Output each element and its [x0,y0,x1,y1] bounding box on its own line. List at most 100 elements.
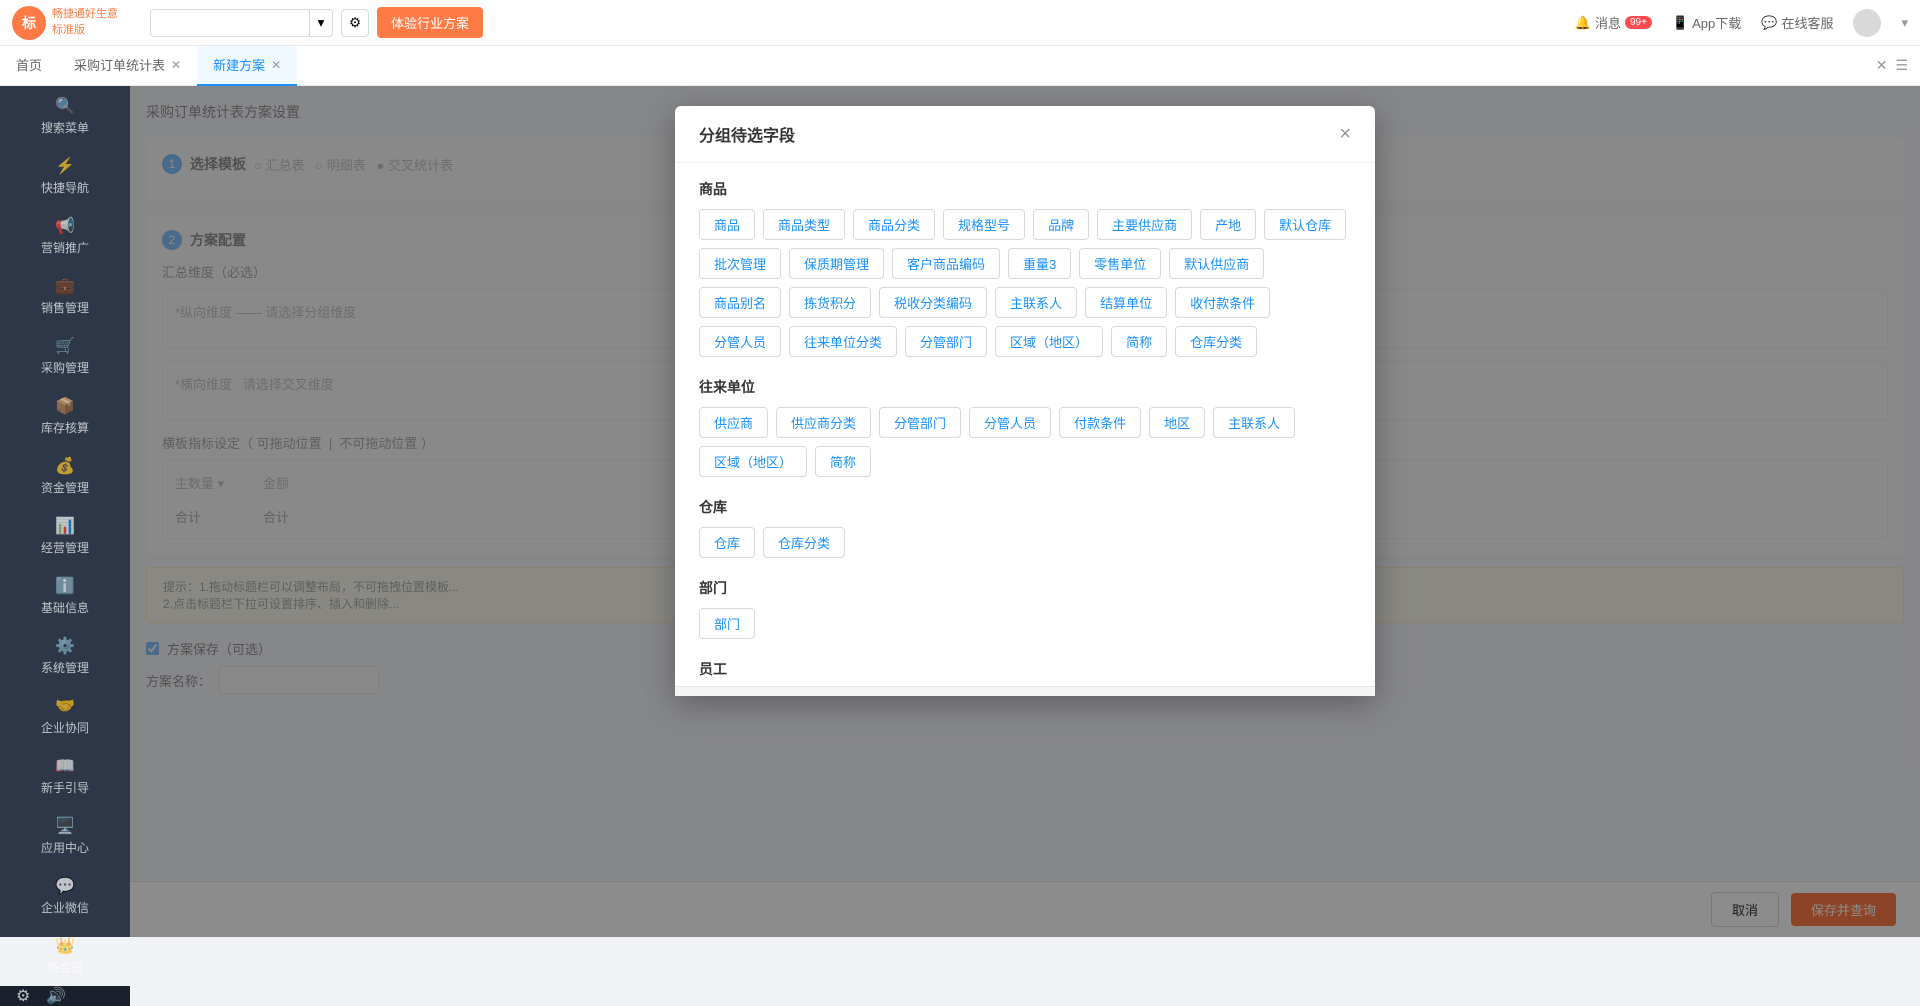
logo: 标 畅捷通好生意标准版 [12,6,142,40]
tab-home[interactable]: 首页 [0,46,58,86]
field-tag-0-20[interactable]: 分管人员 [699,326,781,357]
sidebar-item-6[interactable]: 💰 资金管理 [0,446,130,506]
sidebar-icon-8: ℹ️ [55,576,75,596]
field-tag-0-0[interactable]: 商品 [699,209,755,240]
field-tags-2: 仓库仓库分类 [699,527,1351,558]
sidebar-item-9[interactable]: ⚙️系统管理 [0,626,130,686]
sidebar-label-3: 销售管理 [41,299,89,316]
sidebar-icon-5: 📦 [55,396,75,416]
sidebar-item-1[interactable]: ⚡ 快捷导航 [0,146,130,206]
sidebar-item-10[interactable]: 🤝企业协同 [0,686,130,746]
field-tag-0-24[interactable]: 简称 [1111,326,1167,357]
field-section-3: 部门部门 [699,578,1351,639]
field-tag-0-9[interactable]: 保质期管理 [789,248,884,279]
top-search-input[interactable] [150,9,310,37]
field-tags-0: 商品商品类型商品分类规格型号品牌主要供应商产地默认仓库批次管理保质期管理客户商品… [699,209,1351,357]
field-tag-0-17[interactable]: 主联系人 [995,287,1077,318]
notification-btn[interactable]: 🔔 消息 99+ [1575,13,1652,32]
field-tag-0-23[interactable]: 区域（地区） [995,326,1103,357]
tab-purchase-order[interactable]: 采购订单统计表 ✕ [58,46,197,86]
field-tag-0-10[interactable]: 客户商品编码 [892,248,1000,279]
sidebar-label-9: 系统管理 [41,659,89,676]
field-tag-0-4[interactable]: 品牌 [1033,209,1089,240]
tab-close-purchase[interactable]: ✕ [171,58,181,72]
sidebar-label-4: 采购管理 [41,359,89,376]
field-tag-0-2[interactable]: 商品分类 [853,209,935,240]
sidebar-label-6: 资金管理 [41,479,89,496]
sidebar-item-7[interactable]: 📊经营管理 [0,506,130,566]
field-tag-0-5[interactable]: 主要供应商 [1097,209,1192,240]
field-tag-1-7[interactable]: 区域（地区） [699,446,807,477]
field-tag-0-15[interactable]: 拣货积分 [789,287,871,318]
field-tag-0-21[interactable]: 往来单位分类 [789,326,897,357]
audio-icon[interactable]: 🔊 [46,986,66,1006]
modal-overlay: 分组待选字段 × 商品商品商品类型商品分类规格型号品牌主要供应商产地默认仓库批次… [130,86,1920,937]
tab-new-plan[interactable]: 新建方案 ✕ [197,46,297,86]
field-tag-0-22[interactable]: 分管部门 [905,326,987,357]
settings-btn[interactable]: ⚙ [341,9,369,37]
field-tag-0-6[interactable]: 产地 [1200,209,1256,240]
field-tag-1-1[interactable]: 供应商分类 [776,407,871,438]
field-tag-1-0[interactable]: 供应商 [699,407,768,438]
sidebar-item-0[interactable]: 🔍搜索菜单 [0,86,130,146]
search-dropdown-btn[interactable]: ▾ [309,9,333,37]
app-download-btn[interactable]: 📱 App下载 [1672,13,1741,32]
notification-icon: 🔔 [1575,15,1591,31]
sidebar-item-14[interactable]: 👑畅会员 [0,926,130,986]
field-tag-1-3[interactable]: 分管人员 [969,407,1051,438]
field-tag-0-25[interactable]: 仓库分类 [1175,326,1257,357]
settings-sidebar-icon[interactable]: ⚙ [16,986,30,1006]
sidebar-item-5[interactable]: 📦 库存核算 [0,386,130,446]
field-tag-1-5[interactable]: 地区 [1149,407,1205,438]
sidebar-item-12[interactable]: 🖥️应用中心 [0,806,130,866]
field-tags-1: 供应商供应商分类分管部门分管人员付款条件地区主联系人区域（地区） 简称 [699,407,1351,477]
sidebar-label-12: 应用中心 [41,839,89,856]
sidebar-icon-1: ⚡ [55,156,75,176]
field-tag-3-0[interactable]: 部门 [699,608,755,639]
field-tag-0-11[interactable]: 重量3 [1008,248,1071,279]
field-tag-0-14[interactable]: 商品别名 [699,287,781,318]
sidebar-icon-14: 👑 [55,936,75,956]
user-menu-arrow[interactable]: ▾ [1901,15,1908,31]
field-tag-0-8[interactable]: 批次管理 [699,248,781,279]
field-tag-1-2[interactable]: 分管部门 [879,407,961,438]
sidebar-item-4[interactable]: 🛒采购管理 [0,326,130,386]
sidebar-item-2[interactable]: 📢营销推广 [0,206,130,266]
field-tag-0-16[interactable]: 税收分类编码 [879,287,987,318]
tab-close-new-plan[interactable]: ✕ [271,58,281,72]
field-tag-0-13[interactable]: 默认供应商 [1169,248,1264,279]
trial-btn[interactable]: 体验行业方案 [377,7,483,38]
field-tag-1-8[interactable]: 简称 [815,446,871,477]
tab-bar-close-btn[interactable]: ✕ [1876,57,1888,74]
sidebar-icon-3: 💼 [55,276,75,296]
modal-close-btn[interactable]: × [1339,124,1351,144]
modal-body[interactable]: 商品商品商品类型商品分类规格型号品牌主要供应商产地默认仓库批次管理保质期管理客户… [675,163,1375,686]
modal-dialog: 分组待选字段 × 商品商品商品类型商品分类规格型号品牌主要供应商产地默认仓库批次… [675,106,1375,696]
sidebar-item-13[interactable]: 💬企业微信 [0,866,130,926]
sidebar-label-5: 库存核算 [41,419,89,436]
sidebar-label-1: 快捷导航 [41,179,89,196]
sidebar-label-7: 经营管理 [41,539,89,556]
field-tag-2-1[interactable]: 仓库分类 [763,527,845,558]
field-tag-0-7[interactable]: 默认仓库 [1264,209,1346,240]
sidebar-icon-13: 💬 [55,876,75,896]
avatar[interactable] [1853,9,1881,37]
online-service-btn[interactable]: 💬 在线客服 [1761,13,1833,32]
field-tag-0-18[interactable]: 结算单位 [1085,287,1167,318]
tab-bar-menu-btn[interactable]: ☰ [1895,57,1908,74]
sidebar-item-11[interactable]: 📖新手引导 [0,746,130,806]
sidebar-label-8: 基础信息 [41,599,89,616]
sidebar-icon-6: 💰 [55,456,75,476]
field-tag-1-4[interactable]: 付款条件 [1059,407,1141,438]
sidebar-item-8[interactable]: ℹ️ 基础信息 [0,566,130,626]
sidebar-item-3[interactable]: 💼 销售管理 [0,266,130,326]
field-tag-0-3[interactable]: 规格型号 [943,209,1025,240]
field-tags-3: 部门 [699,608,1351,639]
notification-badge: 99+ [1625,16,1652,29]
field-tag-0-1[interactable]: 商品类型 [763,209,845,240]
field-tag-0-12[interactable]: 零售单位 [1079,248,1161,279]
field-tag-0-19[interactable]: 收付款条件 [1175,287,1270,318]
section-title-3: 部门 [699,578,1351,598]
field-tag-2-0[interactable]: 仓库 [699,527,755,558]
field-tag-1-6[interactable]: 主联系人 [1213,407,1295,438]
